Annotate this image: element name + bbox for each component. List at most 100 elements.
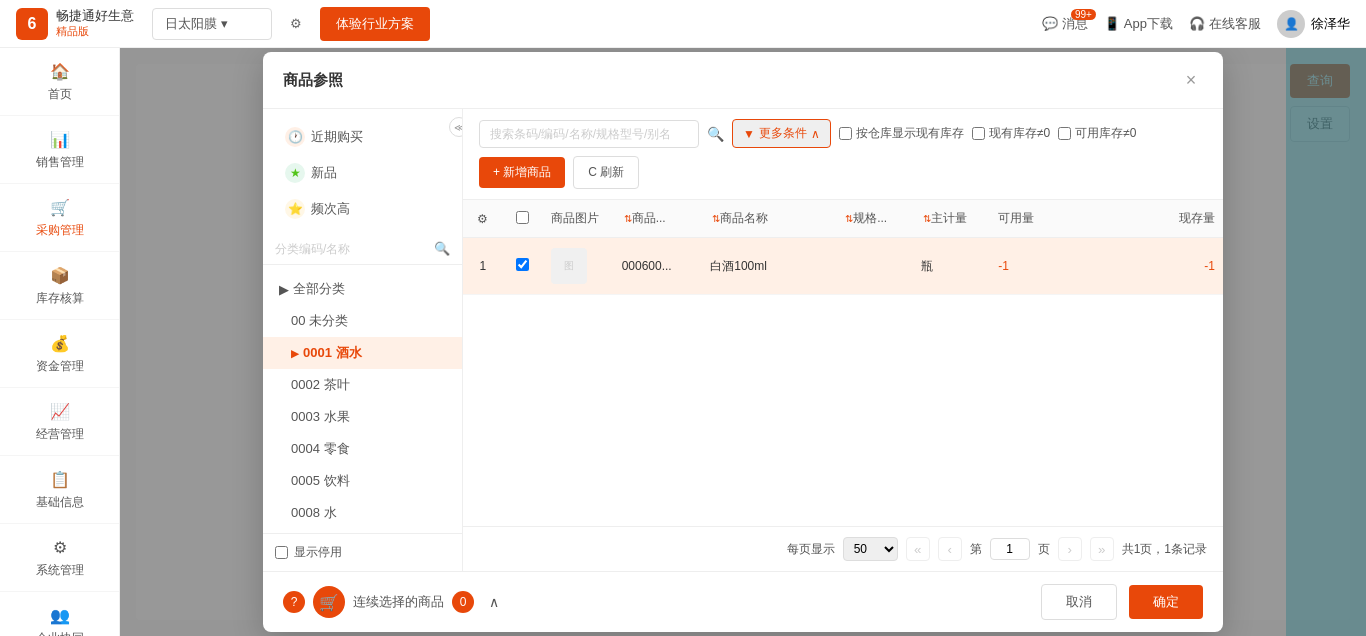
logo-sub: 精品版 [56,24,134,39]
th-spec[interactable]: ⇅规格... [835,200,913,238]
cat-tea[interactable]: 0002 茶叶 [263,369,462,401]
experience-button[interactable]: 体验行业方案 [320,7,430,41]
inventory-icon: 📦 [49,264,71,286]
left-panel-tabs: 🕐 近期购买 ★ 新品 ⭐ 频次高 [263,109,462,233]
page-size-select[interactable]: 50 10 20 100 [843,537,898,561]
sidebar-item-basic-info[interactable]: 📋 基础信息 [0,456,119,524]
show-disabled-checkbox[interactable] [275,546,288,559]
tab-high-frequency[interactable]: ⭐ 频次高 [275,193,450,225]
cat-snack[interactable]: 0004 零食 [263,433,462,465]
first-page-button[interactable]: « [906,537,930,561]
th-code[interactable]: ⇅商品... [614,200,703,238]
collapse-footer-button[interactable]: ∧ [482,590,506,614]
td-index: 1 [463,238,503,295]
available-stock-checkbox[interactable] [1058,127,1071,140]
tab-freq-label: 频次高 [311,200,350,218]
cart-button[interactable]: 🛒 [313,586,345,618]
filter-label: 更多条件 [759,125,807,142]
cat-wine[interactable]: ▶ 0001 酒水 [263,337,462,369]
select-all-checkbox[interactable] [516,211,529,224]
sidebar-item-purchase[interactable]: 🛒 采购管理 [0,184,119,252]
sidebar-item-inventory[interactable]: 📦 库存核算 [0,252,119,320]
page-size-label: 每页显示 [787,541,835,558]
modal-close-button[interactable]: × [1179,68,1203,92]
next-page-button[interactable]: › [1058,537,1082,561]
cat-wine-arrow: ▶ [291,348,299,359]
th-image: 商品图片 [543,200,614,238]
available-stock-label: 可用库存≠0 [1075,125,1136,142]
modal-footer: ? 🛒 连续选择的商品 0 ∧ 取消 确定 [263,571,1223,632]
th-checkbox[interactable] [503,200,543,238]
category-search-icon[interactable]: 🔍 [434,241,450,256]
product-search-input[interactable] [479,120,699,148]
td-image: 图 [543,238,614,295]
refresh-button[interactable]: C 刷新 [573,156,639,189]
freq-icon: ⭐ [285,199,305,219]
td-extra [1090,238,1145,295]
sidebar-item-finance[interactable]: 💰 资金管理 [0,320,119,388]
content-area: 查询 设置 商品参照 × 🕐 [120,48,1366,636]
pagination: 每页显示 50 10 20 100 « ‹ 第 页 [463,526,1223,571]
add-product-button[interactable]: + 新增商品 [479,157,565,188]
sidebar-item-system[interactable]: ⚙ 系统管理 [0,524,119,592]
td-code: 000600... [614,238,703,295]
tab-recent-purchase[interactable]: 🕐 近期购买 [275,121,450,153]
modal-header: 商品参照 × [263,52,1223,109]
prev-page-button[interactable]: ‹ [938,537,962,561]
modal-title: 商品参照 [283,71,343,90]
table-header-row: ⚙ 商品图片 ⇅商品... ⇅商品名称 [463,200,1223,238]
cart-icon: 🛒 [319,593,339,612]
td-checkbox[interactable] [503,238,543,295]
warehouse-stock-checkbox-label[interactable]: 按仓库显示现有库存 [839,125,964,142]
product-image: 图 [551,248,587,284]
sidebar-item-operations[interactable]: 📈 经营管理 [0,388,119,456]
help-button[interactable]: ? [283,591,305,613]
th-unit[interactable]: ⇅主计量 [913,200,991,238]
logo-text-area: 畅捷通好生意 精品版 [56,8,134,40]
sidebar-item-enterprise[interactable]: 👥 企业协同 [0,592,119,636]
cat-fruit[interactable]: 0003 水果 [263,401,462,433]
cat-water[interactable]: 0008 水 [263,497,462,529]
category-search-input[interactable] [275,242,428,256]
confirm-button[interactable]: 确定 [1129,585,1203,619]
page-number-input[interactable] [990,538,1030,560]
th-name[interactable]: ⇅商品名称 [702,200,835,238]
cat-all[interactable]: ▶ 全部分类 [263,273,462,305]
online-service-item[interactable]: 🎧 在线客服 [1189,15,1261,33]
row-checkbox[interactable] [516,258,529,271]
current-stock-label: 现有库存≠0 [989,125,1050,142]
td-spec [835,238,913,295]
warehouse-stock-checkbox[interactable] [839,127,852,140]
modal: 商品参照 × 🕐 近期购买 ★ 新 [263,52,1223,632]
gear-button[interactable]: ⚙ [280,8,312,40]
collapse-button[interactable]: ≪ [449,117,463,137]
last-page-button[interactable]: » [1090,537,1114,561]
available-stock-checkbox-label[interactable]: 可用库存≠0 [1058,125,1136,142]
app-download-item[interactable]: 📱 App下载 [1104,15,1173,33]
cat-uncategorized[interactable]: 00 未分类 [263,305,462,337]
sort-icon-spec: ⇅ [845,213,853,224]
current-stock-checkbox[interactable] [972,127,985,140]
cat-beverage[interactable]: 0005 饮料 [263,465,462,497]
cat-all-label: 全部分类 [293,280,345,298]
th-settings[interactable]: ⚙ [463,200,503,238]
message-item[interactable]: 💬 消息 99+ [1042,15,1088,33]
tab-new-products[interactable]: ★ 新品 [275,157,450,189]
avatar: 👤 [1277,10,1305,38]
th-available: 可用量 [990,200,1090,238]
filter-icon: ▼ [743,127,755,141]
current-stock-checkbox-label[interactable]: 现有库存≠0 [972,125,1050,142]
sidebar-item-sales[interactable]: 📊 销售管理 [0,116,119,184]
table-row[interactable]: 1 图 000600... 白酒100ml 瓶 [463,238,1223,295]
nav-dropdown[interactable]: 日太阳膜 ▾ [152,8,272,40]
th-empty [1090,200,1145,238]
cancel-button[interactable]: 取消 [1041,584,1117,620]
product-search-icon[interactable]: 🔍 [707,126,724,142]
sidebar-item-home[interactable]: 🏠 首页 [0,48,119,116]
filter-button[interactable]: ▼ 更多条件 ∧ [732,119,831,148]
user-area[interactable]: 👤 徐泽华 [1277,10,1350,38]
headphone-icon: 🎧 [1189,16,1205,31]
cat-wine-label: 0001 酒水 [303,344,362,362]
app-download-icon: 📱 [1104,16,1120,31]
basic-info-icon: 📋 [49,468,71,490]
